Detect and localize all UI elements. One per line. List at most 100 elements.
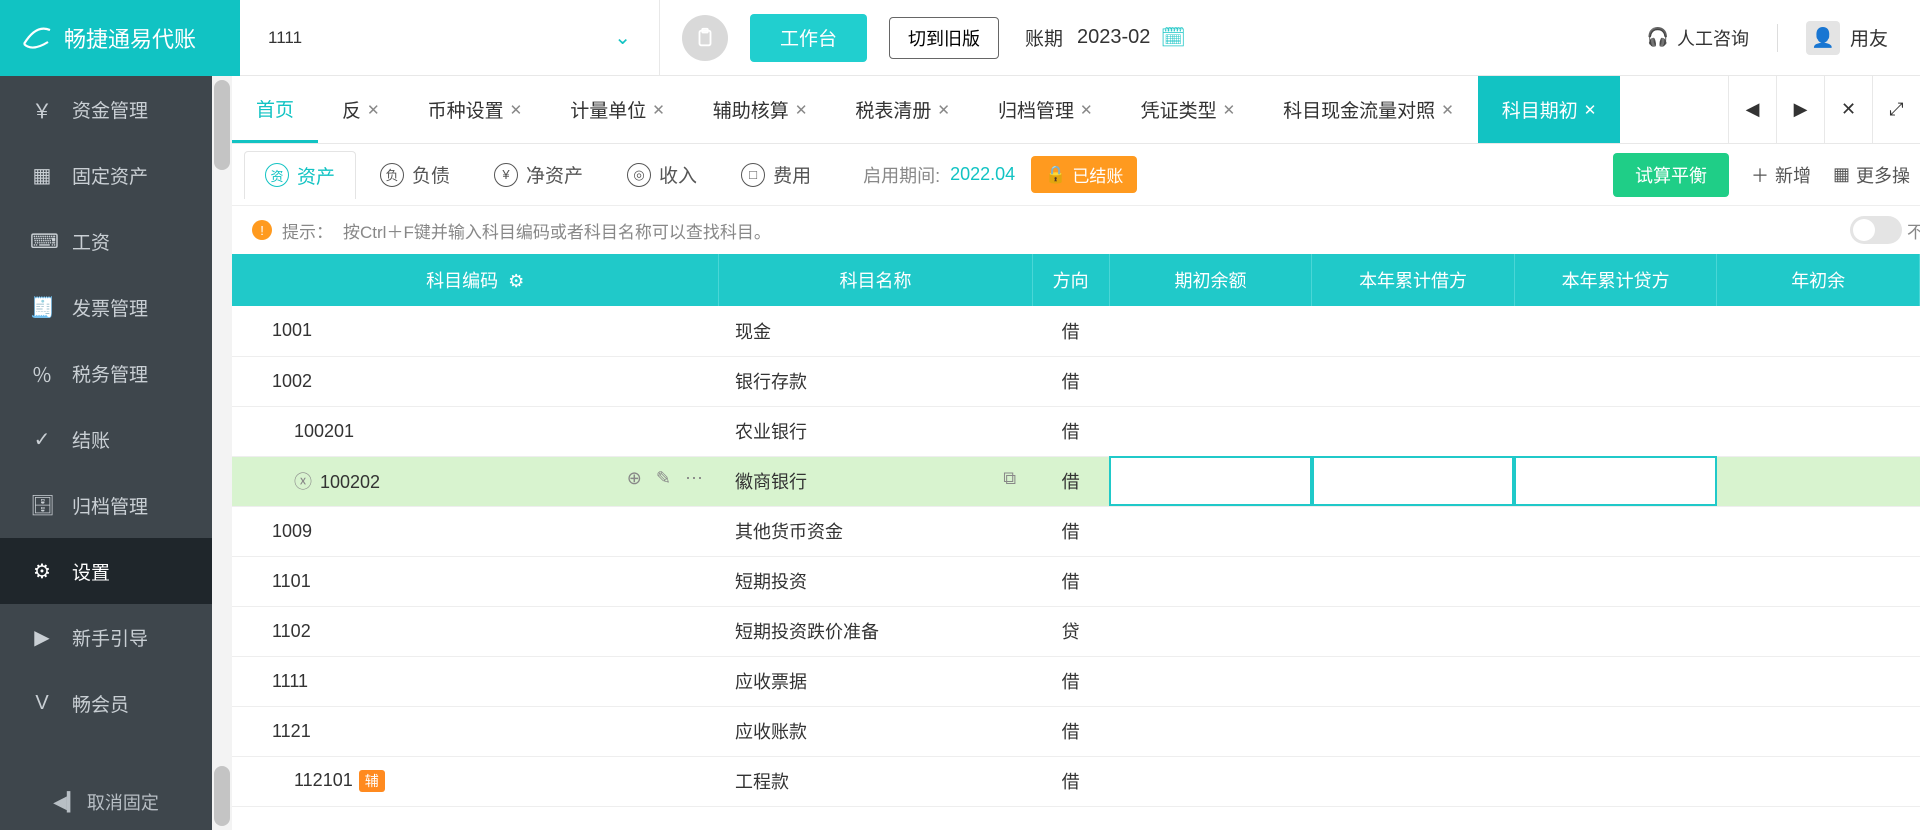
tab-expand[interactable]: ⤢	[1872, 76, 1920, 144]
add-child-icon[interactable]: ⊕	[627, 468, 642, 489]
tab-0[interactable]: 首页	[232, 76, 318, 143]
sidebar-item-label: 新手引导	[72, 624, 148, 651]
period-value[interactable]: 2023-02	[1077, 26, 1150, 49]
close-icon[interactable]: ✕	[367, 101, 380, 119]
table-row[interactable]: 100201农业银行借	[232, 406, 1920, 456]
value-cell	[1717, 756, 1920, 806]
subtab-actions: 试算平衡 ＋新增 ▦更多操	[1613, 153, 1910, 197]
tab-label: 科目期初	[1502, 96, 1578, 123]
workbench-button[interactable]: 工作台	[750, 14, 867, 62]
close-icon[interactable]: ✕	[1441, 101, 1454, 119]
calendar-icon[interactable]: 🗓	[1160, 25, 1185, 50]
sidebar-item-9[interactable]: V畅会员	[0, 670, 212, 736]
table-row[interactable]: 1121应收账款借	[232, 706, 1920, 756]
sidebar-item-0[interactable]: ￥资金管理	[0, 76, 212, 142]
switch-old-version-button[interactable]: 切到旧版	[889, 17, 999, 59]
sidebar-item-8[interactable]: ▶新手引导	[0, 604, 212, 670]
copy-icon[interactable]: ⧉	[1003, 468, 1016, 489]
tab-6[interactable]: 归档管理✕	[974, 76, 1117, 143]
tab-close-all[interactable]: ✕	[1824, 76, 1872, 144]
close-icon[interactable]: ✕	[1584, 101, 1597, 119]
scrollbar-thumb[interactable]	[214, 766, 230, 826]
close-icon[interactable]: ✕	[1223, 101, 1236, 119]
table-row[interactable]: 1002银行存款借	[232, 356, 1920, 406]
clipboard-icon[interactable]	[682, 15, 728, 61]
sidebar-icon: 🧾	[30, 295, 54, 320]
sidebar-item-7[interactable]: ⚙设置	[0, 538, 212, 604]
close-icon[interactable]: ✕	[652, 101, 665, 119]
edit-icon[interactable]: ✎	[656, 468, 671, 489]
category-tab-3[interactable]: ◎收入	[607, 151, 717, 199]
tab-scroll-left[interactable]: ◀	[1728, 76, 1776, 144]
more-actions-button[interactable]: ▦更多操	[1833, 162, 1910, 188]
category-label: 负债	[412, 161, 450, 188]
table-row[interactable]: 1001现金借	[232, 306, 1920, 356]
value-cell	[1312, 406, 1515, 456]
brand-text: 畅捷通易代账	[64, 22, 196, 54]
gear-icon[interactable]: ⚙	[508, 271, 524, 291]
enable-period-label: 启用期间:	[863, 162, 940, 188]
accounts-table: 科目编码⚙科目名称方向期初余额本年累计借方本年累计贷方年初余 1001现金借10…	[232, 254, 1920, 807]
consult-link[interactable]: 🎧 人工咨询	[1647, 25, 1749, 51]
tab-7[interactable]: 凭证类型✕	[1117, 76, 1260, 143]
sidebar-item-4[interactable]: ％税务管理	[0, 340, 212, 406]
value-cell	[1514, 356, 1717, 406]
tab-8[interactable]: 科目现金流量对照✕	[1259, 76, 1478, 143]
trial-balance-button[interactable]: 试算平衡	[1613, 153, 1729, 197]
editable-cell[interactable]	[1109, 456, 1312, 506]
sidebar-item-3[interactable]: 🧾发票管理	[0, 274, 212, 340]
account-code: 1102	[248, 621, 311, 641]
editable-cell[interactable]	[1312, 456, 1515, 506]
value-cell	[1717, 656, 1920, 706]
brand: 畅捷通易代账	[0, 0, 240, 76]
category-tab-4[interactable]: □ 费用	[721, 151, 831, 199]
user-menu[interactable]: 👤 用友	[1806, 21, 1888, 55]
table-row[interactable]: 1101短期投资借	[232, 556, 1920, 606]
avatar-icon: 👤	[1806, 21, 1840, 55]
tab-scroll-right[interactable]: ▶	[1776, 76, 1824, 144]
category-tab-1[interactable]: 负负债	[360, 151, 470, 199]
tab-1[interactable]: 反✕	[318, 76, 404, 143]
close-icon[interactable]: ✕	[937, 101, 950, 119]
sidebar-item-6[interactable]: 🗄归档管理	[0, 472, 212, 538]
content-scrollbar[interactable]	[212, 76, 232, 830]
category-tab-0[interactable]: 资资产	[244, 151, 356, 199]
account-name: 工程款	[735, 772, 789, 792]
tab-controls: ◀ ▶ ✕ ⤢	[1728, 76, 1920, 143]
more-icon[interactable]: ⋯	[685, 468, 703, 489]
unpin-sidebar[interactable]: ◀▎ 取消固定	[0, 774, 212, 830]
sidebar-item-5[interactable]: ✓结账	[0, 406, 212, 472]
table-row[interactable]: ⓧ100202⊕✎⋯徽商银行⧉借	[232, 456, 1920, 506]
direction: 借	[1032, 406, 1109, 456]
delete-icon[interactable]: ⓧ	[294, 472, 312, 492]
category-label: 费用	[773, 161, 811, 188]
tab-bar: 首页反✕币种设置✕计量单位✕辅助核算✕税表清册✕归档管理✕凭证类型✕科目现金流量…	[232, 76, 1920, 144]
table-row[interactable]: 112101辅工程款借	[232, 756, 1920, 806]
tab-3[interactable]: 计量单位✕	[546, 76, 689, 143]
category-tab-2[interactable]: ¥净资产	[474, 151, 603, 199]
company-selector[interactable]: 1111 ⌄	[240, 0, 660, 76]
close-icon[interactable]: ✕	[510, 101, 523, 119]
tab-9[interactable]: 科目期初 ✕	[1478, 76, 1621, 143]
tab-5[interactable]: 税表清册✕	[831, 76, 974, 143]
sidebar-item-2[interactable]: ⌨工资	[0, 208, 212, 274]
value-cell	[1717, 406, 1920, 456]
value-cell	[1312, 756, 1515, 806]
toggle-switch[interactable]	[1850, 216, 1902, 244]
account-name: 应收票据	[735, 672, 807, 692]
tab-2[interactable]: 币种设置✕	[404, 76, 547, 143]
category-icon: □	[741, 163, 765, 187]
value-cell	[1109, 706, 1312, 756]
editable-cell[interactable]	[1514, 456, 1717, 506]
value-cell	[1109, 656, 1312, 706]
close-icon[interactable]: ✕	[1080, 101, 1093, 119]
table-row[interactable]: 1111应收票据借	[232, 656, 1920, 706]
close-icon[interactable]: ✕	[795, 101, 808, 119]
sidebar-item-1[interactable]: ▦固定资产	[0, 142, 212, 208]
tab-4[interactable]: 辅助核算✕	[689, 76, 832, 143]
value-cell	[1717, 356, 1920, 406]
table-row[interactable]: 1009其他货币资金借	[232, 506, 1920, 556]
add-button[interactable]: ＋新增	[1751, 162, 1811, 188]
scrollbar-thumb[interactable]	[214, 80, 230, 170]
table-row[interactable]: 1102短期投资跌价准备贷	[232, 606, 1920, 656]
